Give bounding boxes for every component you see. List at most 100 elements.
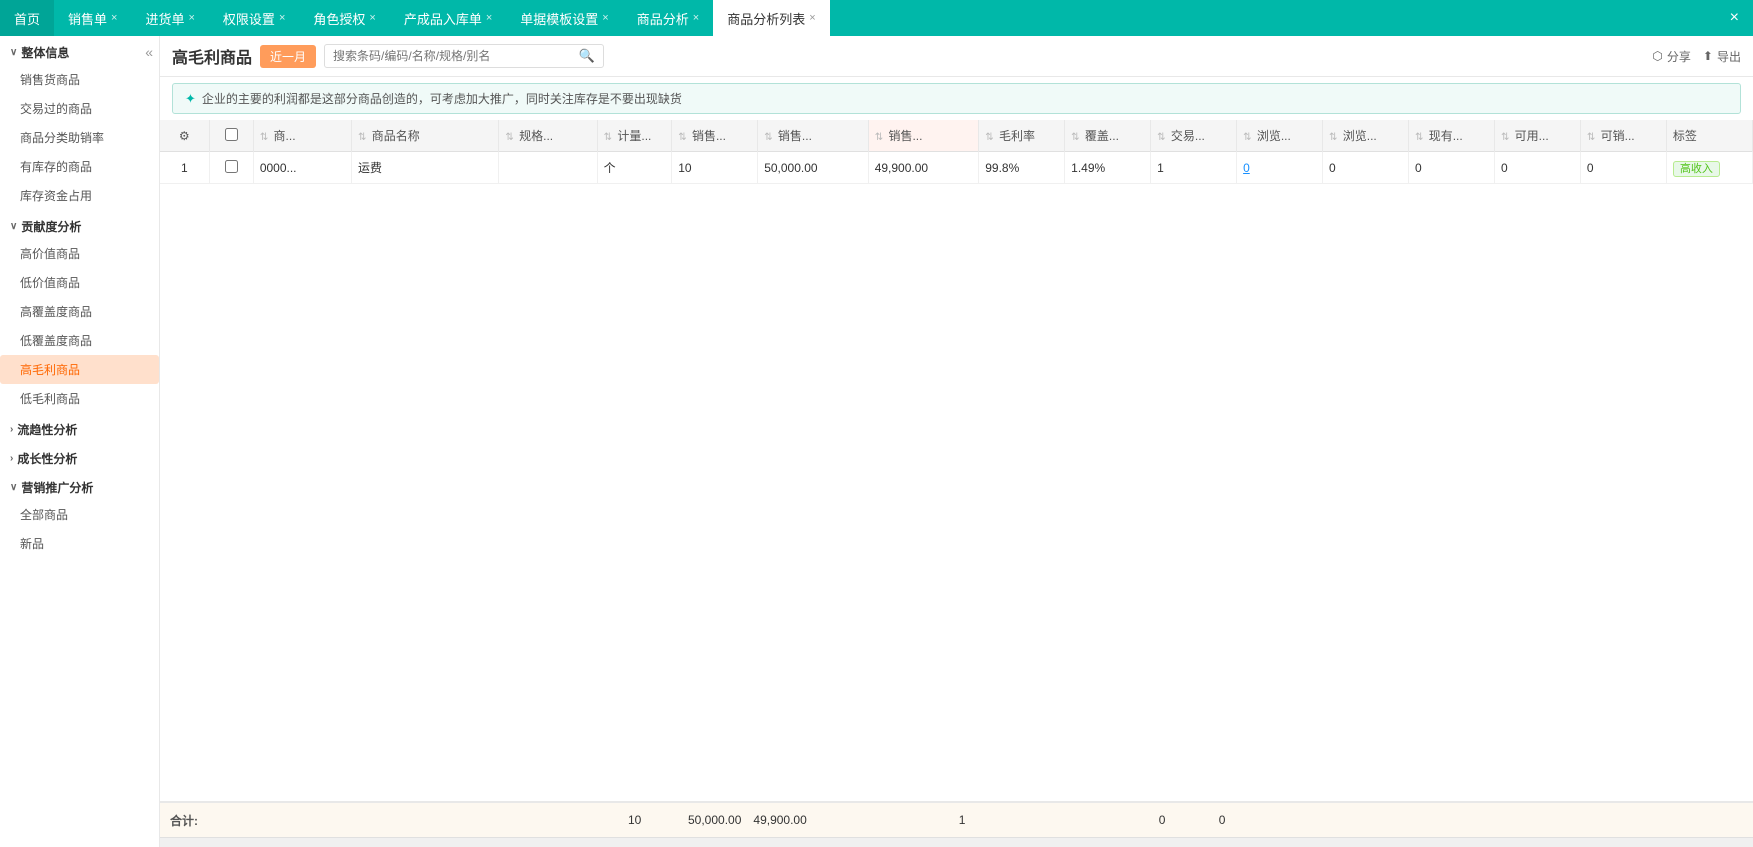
col-sales-net[interactable]: ⇅ 销售...	[868, 120, 979, 152]
sidebar-item-traded-goods[interactable]: 交易过的商品	[0, 94, 159, 123]
close-sales-order[interactable]: ×	[111, 12, 117, 24]
footer-available: 0	[1213, 813, 1273, 827]
resize-col-gross-rate[interactable]	[1060, 120, 1064, 151]
col-name[interactable]: ⇅ 商品名称	[352, 120, 499, 152]
close-product-analysis[interactable]: ×	[693, 12, 699, 24]
nav-permission-settings[interactable]: 权限设置 ×	[209, 0, 299, 36]
col-tag[interactable]: 标签	[1666, 120, 1752, 152]
resize-col-sellable[interactable]	[1662, 120, 1666, 151]
col-sales-amount[interactable]: ⇅ 销售...	[758, 120, 869, 152]
resize-col-transactions[interactable]	[1232, 120, 1236, 151]
data-table: ⚙ ⇅ 商... ⇅ 商品名称	[160, 120, 1753, 184]
col-checkbox	[209, 120, 253, 152]
cell-sales-net: 49,900.00	[868, 152, 979, 184]
header-actions: ⬡ 分享 ⬆ 导出	[1652, 48, 1741, 65]
sidebar-item-low-value[interactable]: 低价值商品	[0, 268, 159, 297]
search-icon[interactable]: 🔍	[579, 48, 595, 64]
sidebar-item-low-coverage[interactable]: 低覆盖度商品	[0, 326, 159, 355]
info-icon: ✦	[185, 91, 196, 107]
resize-col-name[interactable]	[494, 120, 498, 151]
export-btn[interactable]: ⬆ 导出	[1703, 48, 1741, 65]
sidebar-group-contribution[interactable]: ∨ 贡献度分析	[0, 210, 159, 239]
sidebar-item-high-margin[interactable]: 高毛利商品	[0, 355, 159, 384]
sort-icon-browse1: ⇅	[1243, 132, 1251, 143]
share-btn[interactable]: ⬡ 分享	[1652, 48, 1691, 65]
sidebar-group-overall[interactable]: ∨ 整体信息	[0, 36, 159, 65]
nav-product-analysis-list[interactable]: 商品分析列表 ×	[713, 0, 829, 36]
settings-icon[interactable]: ⚙	[179, 129, 190, 143]
col-spec[interactable]: ⇅ 规格...	[499, 120, 597, 152]
sidebar-item-stock-goods[interactable]: 有库存的商品	[0, 152, 159, 181]
sort-icon-current-stock: ⇅	[1415, 132, 1423, 143]
resize-col-spec[interactable]	[593, 120, 597, 151]
sidebar-item-all-goods[interactable]: 全部商品	[0, 500, 159, 529]
col-available[interactable]: ⇅ 可用...	[1494, 120, 1580, 152]
cell-code: 0000...	[253, 152, 351, 184]
sidebar-item-sales-goods[interactable]: 销售货商品	[0, 65, 159, 94]
col-sales-qty[interactable]: ⇅ 销售...	[672, 120, 758, 152]
sidebar-item-high-coverage[interactable]: 高覆盖度商品	[0, 297, 159, 326]
resize-col-available[interactable]	[1576, 120, 1580, 151]
browse1-link[interactable]: 0	[1243, 161, 1250, 175]
nav-purchase-order[interactable]: 进货单 ×	[131, 0, 208, 36]
close-permission-settings[interactable]: ×	[279, 12, 285, 24]
scrollbar-area[interactable]	[160, 837, 1753, 847]
cell-index: 1	[160, 152, 209, 184]
col-sellable[interactable]: ⇅ 可销...	[1580, 120, 1666, 152]
search-input[interactable]	[333, 49, 579, 63]
close-all-btn[interactable]: ×	[1716, 9, 1753, 27]
sort-icon-gross-rate: ⇅	[985, 132, 993, 143]
sidebar-item-new-goods[interactable]: 新品	[0, 529, 159, 558]
sort-icon-sales-net: ⇅	[875, 132, 883, 143]
resize-col-tag[interactable]	[1748, 120, 1752, 151]
resize-col-sales-net[interactable]	[974, 120, 978, 151]
nav-sales-order[interactable]: 销售单 ×	[54, 0, 131, 36]
resize-col-coverage[interactable]	[1146, 120, 1150, 151]
select-all-checkbox[interactable]	[225, 128, 238, 141]
footer-spacer-name	[362, 813, 482, 827]
col-coverage[interactable]: ⇅ 覆盖...	[1065, 120, 1151, 152]
sidebar-item-high-value[interactable]: 高价值商品	[0, 239, 159, 268]
cell-available: 0	[1494, 152, 1580, 184]
close-purchase-order[interactable]: ×	[188, 12, 194, 24]
resize-col-sales-amount[interactable]	[864, 120, 868, 151]
sidebar-group-growth[interactable]: › 成长性分析	[0, 442, 159, 471]
nav-product-warehouse[interactable]: 产成品入库单 ×	[390, 0, 506, 36]
table-container[interactable]: ⚙ ⇅ 商... ⇅ 商品名称	[160, 120, 1753, 801]
sidebar-group-trend[interactable]: › 流趋性分析	[0, 413, 159, 442]
close-product-analysis-list[interactable]: ×	[809, 12, 815, 24]
resize-col-browse1[interactable]	[1318, 120, 1322, 151]
close-role-auth[interactable]: ×	[369, 12, 375, 24]
sidebar-group-marketing[interactable]: ∨ 营销推广分析	[0, 471, 159, 500]
resize-col-browse2[interactable]	[1404, 120, 1408, 151]
cell-browse1: 0	[1237, 152, 1323, 184]
sidebar-item-stock-capital[interactable]: 库存资金占用	[0, 181, 159, 210]
search-box: 🔍	[324, 44, 604, 68]
col-unit[interactable]: ⇅ 计量...	[597, 120, 672, 152]
resize-col-code[interactable]	[347, 120, 351, 151]
close-template-settings[interactable]: ×	[602, 12, 608, 24]
footer-transactions: 1	[953, 813, 1013, 827]
sidebar-item-category-rate[interactable]: 商品分类助销率	[0, 123, 159, 152]
filter-recent-month-btn[interactable]: 近一月	[260, 45, 316, 68]
col-browse1[interactable]: ⇅ 浏览...	[1237, 120, 1323, 152]
col-browse2[interactable]: ⇅ 浏览...	[1323, 120, 1409, 152]
footer-spacer-browse2	[1083, 813, 1153, 827]
resize-col-current-stock[interactable]	[1490, 120, 1494, 151]
nav-template-settings[interactable]: 单据模板设置 ×	[506, 0, 622, 36]
col-gross-rate[interactable]: ⇅ 毛利率	[979, 120, 1065, 152]
row-checkbox[interactable]	[225, 160, 238, 173]
nav-product-analysis[interactable]: 商品分析 ×	[623, 0, 713, 36]
sidebar-item-low-margin[interactable]: 低毛利商品	[0, 384, 159, 413]
col-code[interactable]: ⇅ 商...	[253, 120, 351, 152]
col-transactions[interactable]: ⇅ 交易...	[1151, 120, 1237, 152]
resize-col-unit[interactable]	[667, 120, 671, 151]
resize-col-sales-qty[interactable]	[753, 120, 757, 151]
close-product-warehouse[interactable]: ×	[486, 12, 492, 24]
nav-role-auth[interactable]: 角色授权 ×	[299, 0, 389, 36]
footer-spacer-gross	[813, 813, 883, 827]
table-footer: 合计: 10 50,000.00 49,900.00 1 0 0	[160, 801, 1753, 837]
sidebar-collapse-btn[interactable]: «	[145, 44, 153, 60]
nav-home[interactable]: 首页	[0, 0, 54, 36]
col-current-stock[interactable]: ⇅ 现有...	[1408, 120, 1494, 152]
